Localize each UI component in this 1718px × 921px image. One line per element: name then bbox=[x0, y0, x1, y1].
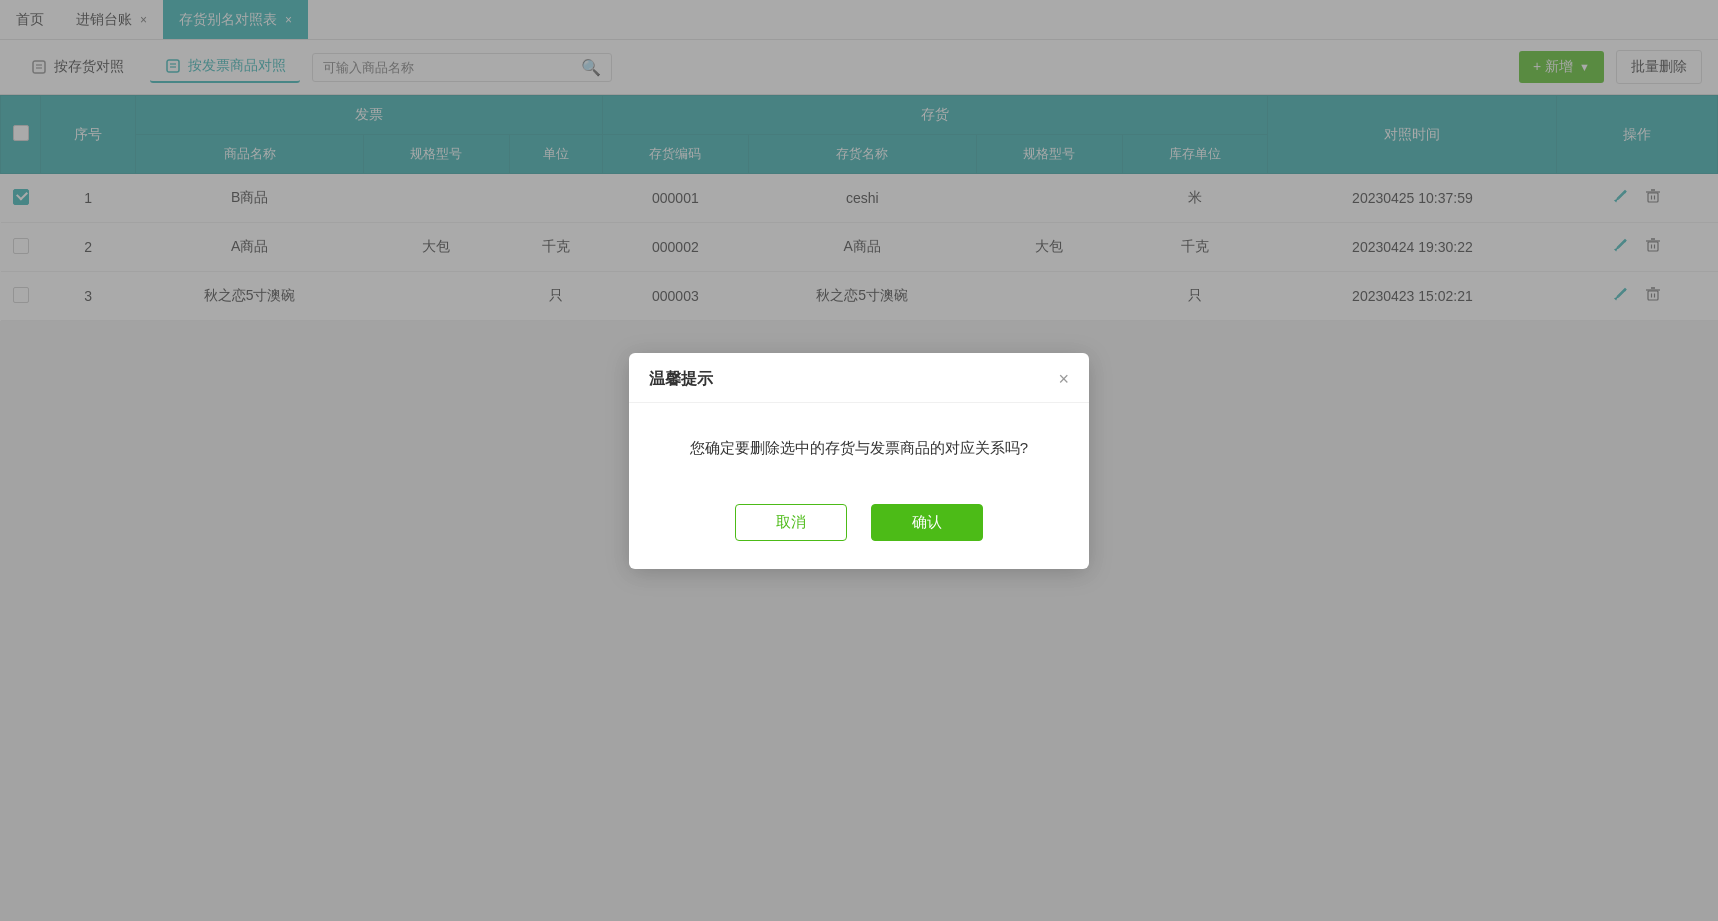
overlay: 温馨提示 × 您确定要删除选中的存货与发票商品的对应关系吗? 取消 确认 bbox=[0, 0, 1718, 321]
